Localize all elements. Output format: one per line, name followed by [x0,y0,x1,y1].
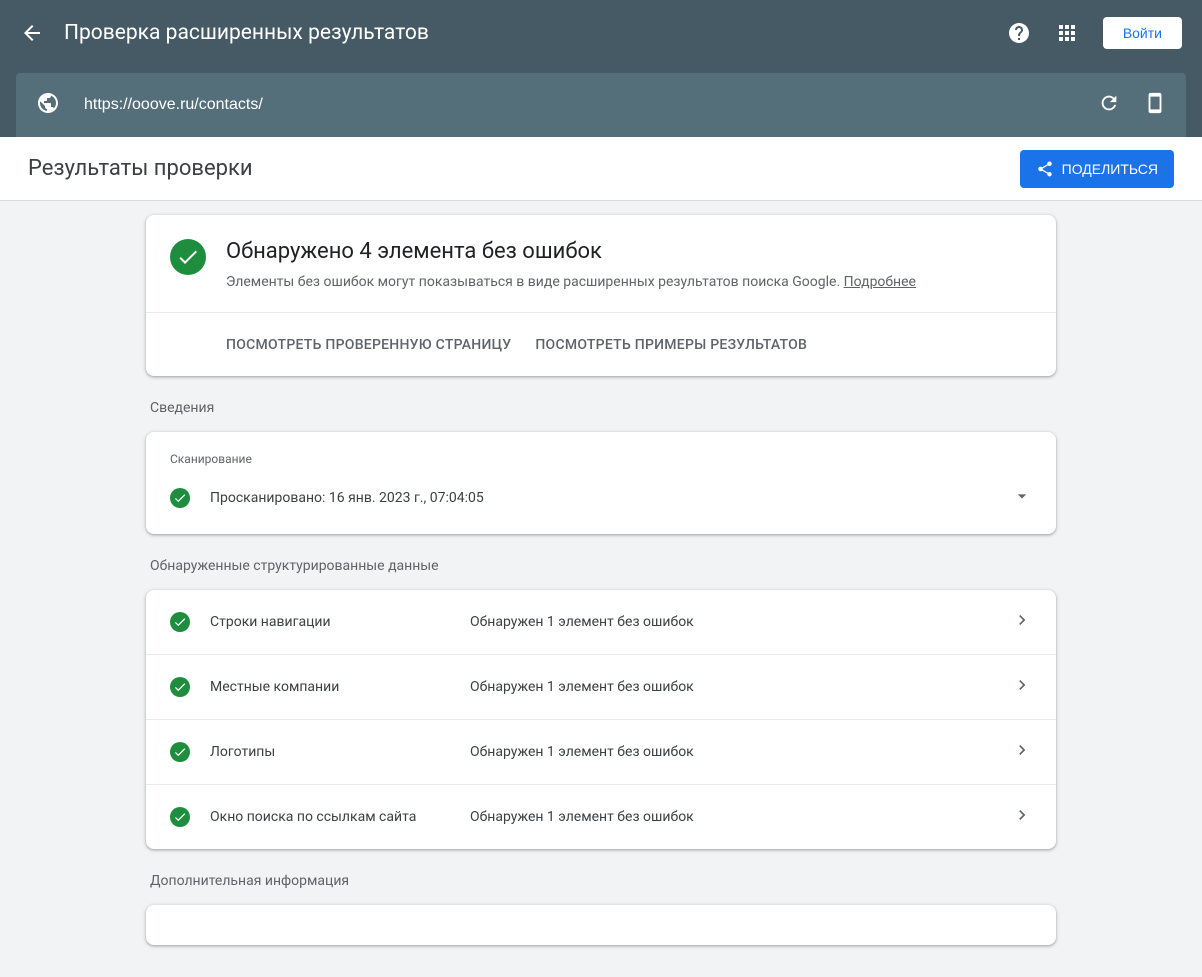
item-name: Окно поиска по ссылкам сайта [210,809,450,825]
expand-button[interactable] [1012,486,1032,510]
additional-card [146,905,1056,945]
item-name: Логотипы [210,744,450,760]
structured-list: Строки навигации Обнаружен 1 элемент без… [146,590,1056,849]
header-actions: Войти [1007,17,1182,49]
summary-text: Обнаружено 4 элемента без ошибок Элемент… [226,239,916,292]
url-bar-container [0,65,1202,137]
chevron-right-icon [1012,610,1032,634]
smartphone-button[interactable] [1144,92,1166,118]
check-icon [176,245,200,269]
content-area: Обнаружено 4 элемента без ошибок Элемент… [0,201,1202,977]
chevron-right-icon [1012,740,1032,764]
summary-card: Обнаружено 4 элемента без ошибок Элемент… [146,215,1056,376]
results-title: Результаты проверки [28,156,253,181]
back-button[interactable] [20,21,44,45]
chevron-right-icon [1012,805,1032,829]
help-icon [1007,21,1031,45]
summary-title: Обнаружено 4 элемента без ошибок [226,239,916,264]
url-actions [1098,92,1166,118]
share-button[interactable]: ПОДЕЛИТЬСЯ [1020,150,1174,188]
check-icon [170,742,190,762]
crawl-card: Сканирование Просканировано: 16 янв. 202… [146,432,1056,534]
structured-row-breadcrumbs[interactable]: Строки навигации Обнаружен 1 элемент без… [146,590,1056,655]
help-button[interactable] [1007,21,1031,45]
summary-actions: ПОСМОТРЕТЬ ПРОВЕРЕННУЮ СТРАНИЦУ ПОСМОТРЕ… [146,312,1056,376]
apps-button[interactable] [1055,21,1079,45]
check-icon [173,491,187,505]
crawl-check-icon [170,488,190,508]
summary-desc: Элементы без ошибок могут показываться в… [226,272,916,292]
additional-section-label: Дополнительная информация [150,873,1056,889]
item-name: Местные компании [210,679,450,695]
chevron-right-icon [1012,675,1032,699]
view-examples-link[interactable]: ПОСМОТРЕТЬ ПРИМЕРЫ РЕЗУЛЬТАТОВ [535,337,807,353]
refresh-icon [1098,92,1120,114]
url-input[interactable] [84,96,1098,114]
apps-icon [1055,21,1079,45]
item-status: Обнаружен 1 элемент без ошибок [470,614,992,630]
structured-section-label: Обнаруженные структурированные данные [150,558,1056,574]
crawl-text: Просканировано: 16 янв. 2023 г., 07:04:0… [210,490,992,506]
item-status: Обнаружен 1 элемент без ошибок [470,679,992,695]
sub-header: Результаты проверки ПОДЕЛИТЬСЯ [0,137,1202,201]
details-section-label: Сведения [150,400,1056,416]
share-label: ПОДЕЛИТЬСЯ [1062,161,1158,177]
login-button[interactable]: Войти [1103,17,1182,49]
structured-row-logos[interactable]: Логотипы Обнаружен 1 элемент без ошибок [146,720,1056,785]
crawl-label: Сканирование [170,452,1032,466]
top-header: Проверка расширенных результатов Войти [0,0,1202,65]
smartphone-icon [1144,92,1166,114]
check-icon [170,807,190,827]
refresh-button[interactable] [1098,92,1120,118]
crawl-row[interactable]: Просканировано: 16 янв. 2023 г., 07:04:0… [170,486,1032,510]
check-icon [170,612,190,632]
structured-row-local-business[interactable]: Местные компании Обнаружен 1 элемент без… [146,655,1056,720]
item-status: Обнаружен 1 элемент без ошибок [470,809,992,825]
arrow-left-icon [20,21,44,45]
share-icon [1036,160,1054,178]
item-status: Обнаружен 1 элемент без ошибок [470,744,992,760]
app-title: Проверка расширенных результатов [64,21,987,45]
check-icon [170,677,190,697]
content: Обнаружено 4 элемента без ошибок Элемент… [146,215,1056,977]
learn-more-link[interactable]: Подробнее [844,274,916,290]
item-name: Строки навигации [210,614,450,630]
globe-icon [36,91,60,119]
structured-row-sitelinks-search[interactable]: Окно поиска по ссылкам сайта Обнаружен 1… [146,785,1056,849]
url-bar [16,73,1186,137]
view-tested-page-link[interactable]: ПОСМОТРЕТЬ ПРОВЕРЕННУЮ СТРАНИЦУ [226,337,511,353]
chevron-down-icon [1012,486,1032,506]
summary-top: Обнаружено 4 элемента без ошибок Элемент… [146,215,1056,312]
success-badge [170,239,206,275]
